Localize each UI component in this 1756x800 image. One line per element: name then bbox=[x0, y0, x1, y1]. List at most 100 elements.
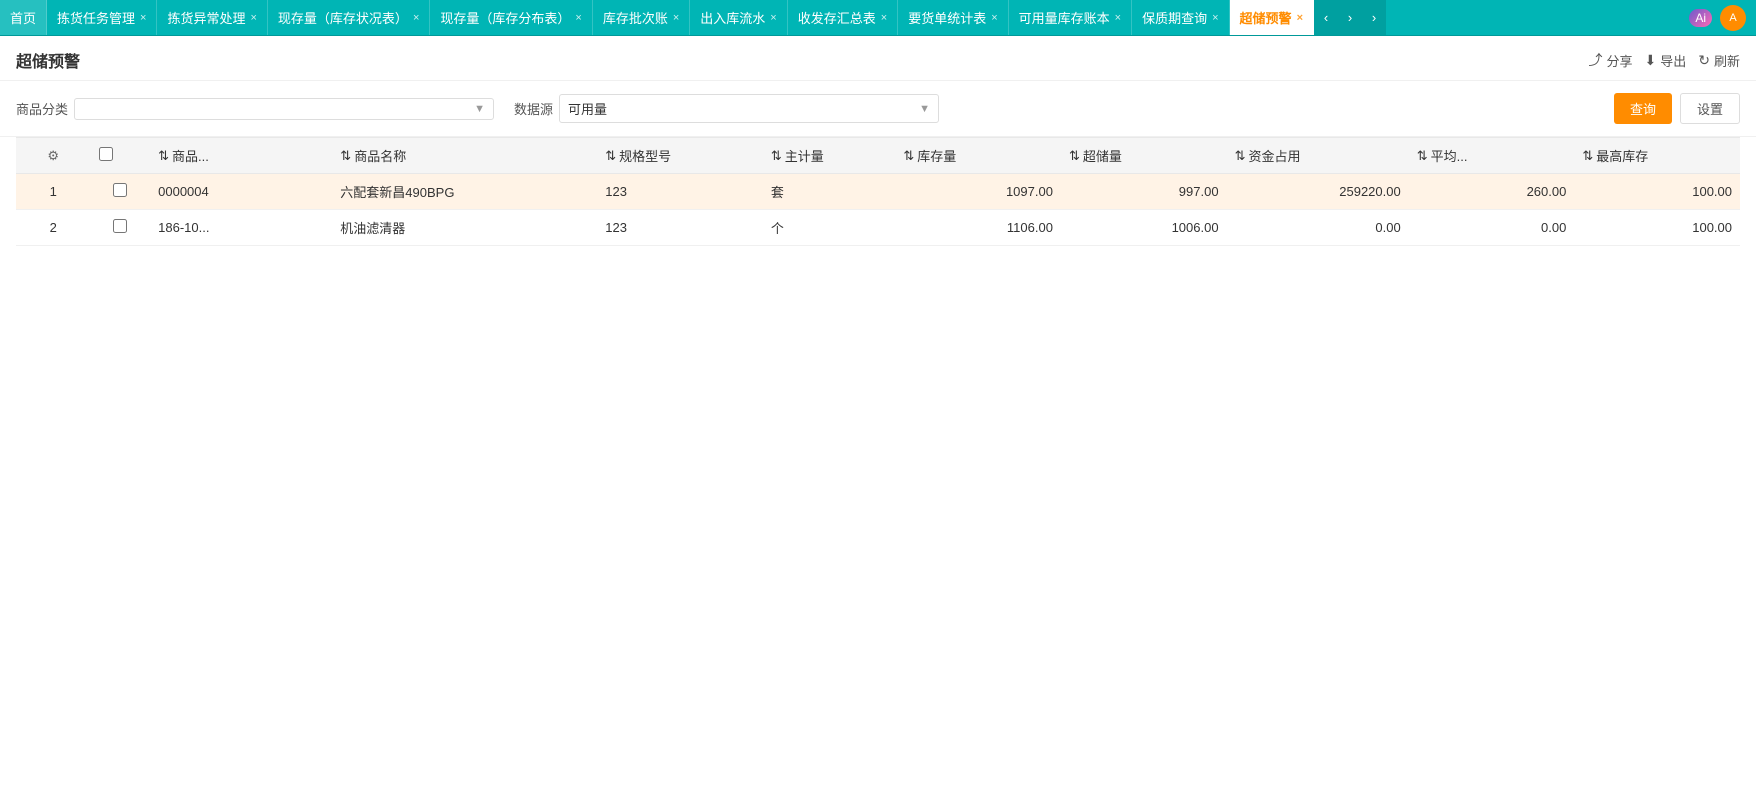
th-code-text: 商品... bbox=[172, 146, 209, 165]
th-gear: ⚙ bbox=[16, 138, 91, 174]
user-avatar[interactable]: A bbox=[1720, 5, 1746, 31]
refresh-label: 刷新 bbox=[1714, 51, 1740, 70]
nav-more-arrow[interactable]: › bbox=[1362, 0, 1386, 35]
row2-check-cell bbox=[91, 210, 151, 246]
th-unit-sort-icon: ⇅ bbox=[771, 148, 782, 164]
ai-badge[interactable]: Ai bbox=[1689, 9, 1712, 27]
category-label: 商品分类 bbox=[16, 99, 68, 118]
nav-label-batch: 库存批次账 bbox=[603, 8, 668, 27]
nav-label-stock-dist: 现存量（库存分布表） bbox=[440, 8, 570, 27]
th-capital[interactable]: ⇅ 资金占用 bbox=[1227, 138, 1409, 174]
nav-item-summary[interactable]: 收发存汇总表 × bbox=[788, 0, 898, 35]
nav-close-expiry[interactable]: × bbox=[1212, 12, 1218, 24]
category-chevron-icon: ▼ bbox=[474, 103, 485, 115]
filter-category: 商品分类 ▼ bbox=[16, 98, 494, 120]
datasource-label: 数据源 bbox=[514, 99, 553, 118]
nav-close-batch[interactable]: × bbox=[673, 12, 679, 24]
row2-capital: 0.00 bbox=[1227, 210, 1409, 246]
share-icon: ⤴ bbox=[1588, 50, 1602, 70]
row1-stock: 1097.00 bbox=[895, 174, 1061, 210]
nav-item-stock-dist[interactable]: 现存量（库存分布表） × bbox=[430, 0, 592, 35]
column-settings-icon[interactable]: ⚙ bbox=[24, 148, 83, 164]
category-select[interactable]: ▼ bbox=[74, 98, 494, 120]
nav-close-summary[interactable]: × bbox=[881, 12, 887, 24]
th-code-label: ⇅ bbox=[158, 148, 169, 164]
nav-label-task: 拣货任务管理 bbox=[57, 8, 135, 27]
nav-item-exception[interactable]: 拣货异常处理 × bbox=[157, 0, 267, 35]
settings-button[interactable]: 设置 bbox=[1680, 93, 1740, 124]
nav-close-stock-dist[interactable]: × bbox=[575, 12, 581, 24]
share-button[interactable]: ⤴ 分享 bbox=[1588, 50, 1632, 70]
nav-close-exception[interactable]: × bbox=[250, 12, 256, 24]
row1-capital: 259220.00 bbox=[1227, 174, 1409, 210]
row1-check-cell bbox=[91, 174, 151, 210]
select-all-checkbox[interactable] bbox=[99, 147, 113, 161]
th-spec-text: 规格型号 bbox=[619, 146, 671, 165]
nav-item-available[interactable]: 可用量库存账本 × bbox=[1009, 0, 1132, 35]
nav-close-flow[interactable]: × bbox=[770, 12, 776, 24]
nav-item-overflow[interactable]: 超储预警 × bbox=[1230, 0, 1314, 35]
th-maxstock-sort-icon: ⇅ bbox=[1582, 148, 1593, 164]
nav-item-home[interactable]: 首页 bbox=[0, 0, 47, 35]
nav-close-stock-status[interactable]: × bbox=[413, 12, 419, 24]
nav-item-flow[interactable]: 出入库流水 × bbox=[690, 0, 787, 35]
th-overflow-sort-icon: ⇅ bbox=[1069, 148, 1080, 164]
nav-label-available: 可用量库存账本 bbox=[1019, 8, 1110, 27]
th-unit[interactable]: ⇅ 主计量 bbox=[763, 138, 895, 174]
nav-close-order-stats[interactable]: × bbox=[991, 12, 997, 24]
nav-label-overflow: 超储预警 bbox=[1240, 8, 1292, 27]
export-label: 导出 bbox=[1660, 51, 1686, 70]
nav-label-expiry: 保质期查询 bbox=[1142, 8, 1207, 27]
row2-checkbox[interactable] bbox=[113, 219, 127, 233]
refresh-button[interactable]: ↻ 刷新 bbox=[1698, 51, 1740, 70]
row1-overflow: 997.00 bbox=[1061, 174, 1227, 210]
row2-avg: 0.00 bbox=[1409, 210, 1575, 246]
nav-label-flow: 出入库流水 bbox=[700, 8, 765, 27]
th-code[interactable]: ⇅ 商品... bbox=[150, 138, 332, 174]
share-label: 分享 bbox=[1606, 51, 1632, 70]
export-icon: ⬇ bbox=[1645, 52, 1657, 69]
filter-actions: 查询 设置 bbox=[1614, 93, 1740, 124]
th-overflow-text: 超储量 bbox=[1083, 146, 1122, 165]
nav-prev-arrow[interactable]: ‹ bbox=[1314, 0, 1338, 35]
th-overflow[interactable]: ⇅ 超储量 bbox=[1061, 138, 1227, 174]
row2-spec: 123 bbox=[597, 210, 763, 246]
nav-item-expiry[interactable]: 保质期查询 × bbox=[1132, 0, 1229, 35]
top-nav: 首页 拣货任务管理 × 拣货异常处理 × 现存量（库存状况表） × 现存量（库存… bbox=[0, 0, 1756, 36]
row1-code: 0000004 bbox=[150, 174, 332, 210]
nav-label-summary: 收发存汇总表 bbox=[798, 8, 876, 27]
table-header-row: ⚙ ⇅ 商品... ⇅ 商品名称 bbox=[16, 138, 1740, 174]
nav-close-available[interactable]: × bbox=[1115, 12, 1121, 24]
th-avg-text: 平均... bbox=[1431, 146, 1468, 165]
th-maxstock-text: 最高库存 bbox=[1596, 146, 1648, 165]
th-avg[interactable]: ⇅ 平均... bbox=[1409, 138, 1575, 174]
nav-close-overflow[interactable]: × bbox=[1297, 12, 1303, 24]
th-unit-text: 主计量 bbox=[785, 146, 824, 165]
th-check bbox=[91, 138, 151, 174]
th-name[interactable]: ⇅ 商品名称 bbox=[332, 138, 597, 174]
nav-item-batch[interactable]: 库存批次账 × bbox=[593, 0, 690, 35]
export-button[interactable]: ⬇ 导出 bbox=[1645, 51, 1687, 70]
datasource-select-value: 可用量 bbox=[568, 99, 607, 118]
datasource-select[interactable]: 可用量 ▼ bbox=[559, 94, 939, 123]
th-spec[interactable]: ⇅ 规格型号 bbox=[597, 138, 763, 174]
table-body: 1 0000004 六配套新昌490BPG 123 套 1097.00 997.… bbox=[16, 174, 1740, 246]
th-name-text: 商品名称 bbox=[354, 146, 406, 165]
filter-area: 商品分类 ▼ 数据源 可用量 ▼ 查询 设置 bbox=[0, 81, 1756, 137]
query-button[interactable]: 查询 bbox=[1614, 93, 1672, 124]
nav-item-task[interactable]: 拣货任务管理 × bbox=[47, 0, 157, 35]
row2-name: 机油滤清器 bbox=[332, 210, 597, 246]
nav-item-order-stats[interactable]: 要货单统计表 × bbox=[898, 0, 1008, 35]
nav-next-arrow[interactable]: › bbox=[1338, 0, 1362, 35]
datasource-chevron-icon: ▼ bbox=[919, 103, 930, 115]
th-maxstock[interactable]: ⇅ 最高库存 bbox=[1574, 138, 1740, 174]
nav-item-stock-status[interactable]: 现存量（库存状况表） × bbox=[268, 0, 430, 35]
row1-name: 六配套新昌490BPG bbox=[332, 174, 597, 210]
page-header: 超储预警 ⤴ 分享 ⬇ 导出 ↻ 刷新 bbox=[0, 36, 1756, 81]
row2-overflow: 1006.00 bbox=[1061, 210, 1227, 246]
row1-index: 1 bbox=[16, 174, 91, 210]
row1-checkbox[interactable] bbox=[113, 183, 127, 197]
row2-unit: 个 bbox=[763, 210, 895, 246]
th-stock[interactable]: ⇅ 库存量 bbox=[895, 138, 1061, 174]
nav-close-task[interactable]: × bbox=[140, 12, 146, 24]
